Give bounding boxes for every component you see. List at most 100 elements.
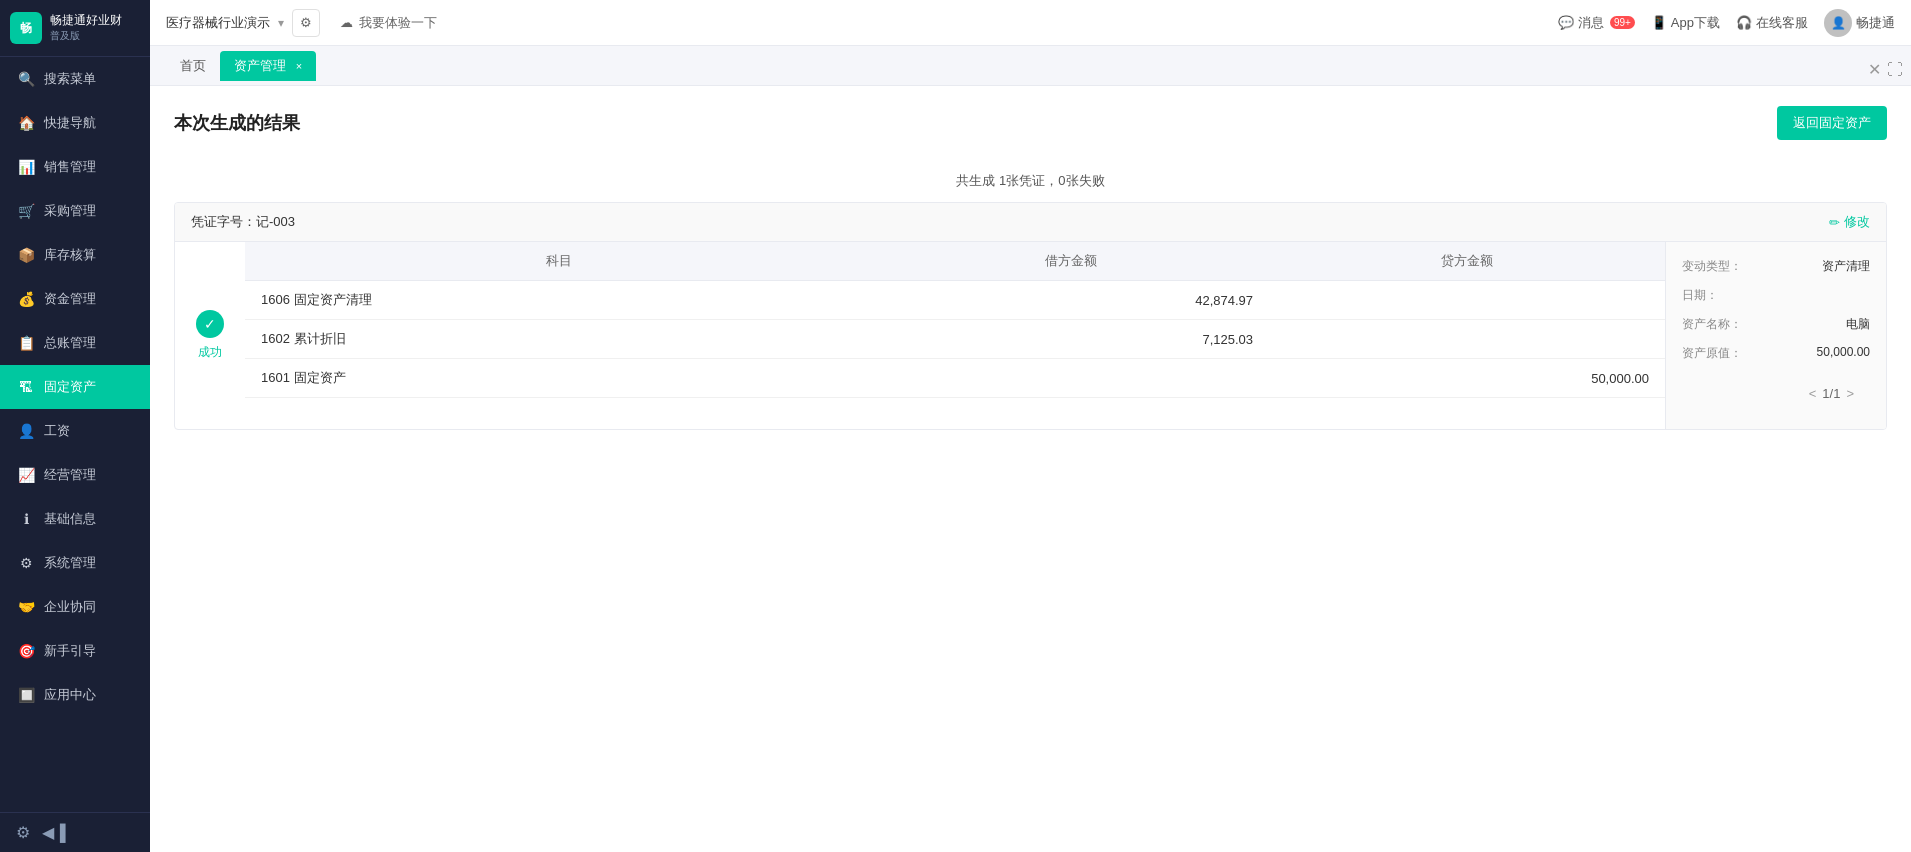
icon-ledger: 📋 [16, 333, 36, 353]
sidebar-item-basic-info[interactable]: ℹ 基础信息 [0, 497, 150, 541]
label-search: 搜索菜单 [44, 70, 96, 88]
collapse-icon[interactable]: ◀▐ [42, 823, 65, 842]
col-credit: 贷方金额 [1269, 242, 1665, 281]
sidebar-item-operations[interactable]: 📈 经营管理 [0, 453, 150, 497]
avatar: 👤 [1824, 9, 1852, 37]
company-name: 医疗器械行业演示 [166, 14, 270, 32]
logo-sub: 普及版 [50, 29, 122, 43]
tab-close-icon[interactable]: × [296, 60, 302, 72]
label-newbie: 新手引导 [44, 642, 96, 660]
sidebar-item-sales[interactable]: 📊 销售管理 [0, 145, 150, 189]
next-page-button[interactable]: > [1846, 386, 1854, 401]
sidebar-item-search[interactable]: 🔍 搜索菜单 [0, 57, 150, 101]
page-info: 1/1 [1822, 386, 1840, 401]
icon-search: 🔍 [16, 69, 36, 89]
sidebar-item-system[interactable]: ⚙ 系统管理 [0, 541, 150, 585]
voucher-body: ✓ 成功 科目 借方金额 贷方金额 1606 固定资产清 [175, 242, 1886, 429]
success-text: 成功 [198, 344, 222, 361]
main-area: 医疗器械行业演示 ▾ ⚙ ☁ 我要体验一下 💬 消息 99+ 📱 App下载 🎧… [150, 0, 1911, 852]
sidebar-item-salary[interactable]: 👤 工资 [0, 409, 150, 453]
voucher-section: 凭证字号：记-003 ✏ 修改 ✓ 成功 科目 [174, 202, 1887, 430]
voucher-header: 凭证字号：记-003 ✏ 修改 [175, 203, 1886, 242]
sidebar-item-purchase[interactable]: 🛒 采购管理 [0, 189, 150, 233]
sidebar-item-app-center[interactable]: 🔲 应用中心 [0, 673, 150, 717]
notifications-button[interactable]: 💬 消息 99+ [1558, 14, 1635, 32]
label-fixed-assets: 固定资产 [44, 378, 96, 396]
voucher-table: 科目 借方金额 贷方金额 1606 固定资产清理 42,874.97 1602 … [245, 242, 1666, 429]
label-ledger: 总账管理 [44, 334, 96, 352]
content-area: 本次生成的结果 返回固定资产 共生成 1张凭证，0张失败 凭证字号：记-003 … [150, 86, 1911, 852]
download-icon: 📱 [1651, 15, 1667, 30]
voucher-id: 凭证字号：记-003 [191, 213, 295, 231]
summary-bar: 共生成 1张凭证，0张失败 [174, 160, 1887, 202]
icon-operations: 📈 [16, 465, 36, 485]
sidebar-item-newbie[interactable]: 🎯 新手引导 [0, 629, 150, 673]
app-download-button[interactable]: 📱 App下载 [1651, 14, 1720, 32]
close-panel-button[interactable]: ✕ [1868, 60, 1881, 79]
cell-credit-1 [1269, 320, 1665, 359]
experience-button[interactable]: ☁ 我要体验一下 [328, 10, 449, 36]
expand-panel-button[interactable]: ⛶ [1887, 60, 1903, 79]
table-row: 1606 固定资产清理 42,874.97 [245, 281, 1665, 320]
cell-subject-0[interactable]: 1606 固定资产清理 [245, 281, 873, 320]
online-support-button[interactable]: 🎧 在线客服 [1736, 14, 1808, 32]
settings-bottom-icon[interactable]: ⚙ [16, 823, 30, 842]
label-sales: 销售管理 [44, 158, 96, 176]
topbar: 医疗器械行业演示 ▾ ⚙ ☁ 我要体验一下 💬 消息 99+ 📱 App下载 🎧… [150, 0, 1911, 46]
cell-debit-1: 7,125.03 [873, 320, 1269, 359]
sidebar-scroll: 🔍 搜索菜单 🏠 快捷导航 📊 销售管理 🛒 采购管理 📦 库存核算 💰 资金管… [0, 57, 150, 812]
user-profile[interactable]: 👤 畅捷通 [1824, 9, 1895, 37]
panel-controls: ✕ ⛶ [1868, 60, 1903, 79]
sidebar-item-inventory[interactable]: 📦 库存核算 [0, 233, 150, 277]
sidebar: 畅 畅捷通好业财 普及版 🔍 搜索菜单 🏠 快捷导航 📊 销售管理 🛒 采购管理… [0, 0, 150, 852]
bell-icon: 💬 [1558, 15, 1574, 30]
label-funds: 资金管理 [44, 290, 96, 308]
label-app-center: 应用中心 [44, 686, 96, 704]
sidebar-item-enterprise[interactable]: 🤝 企业协同 [0, 585, 150, 629]
cloud-icon: ☁ [340, 15, 353, 30]
logo-icon: 畅 [10, 12, 42, 44]
icon-basic-info: ℹ [16, 509, 36, 529]
label-operations: 经营管理 [44, 466, 96, 484]
date-item: 日期： [1682, 287, 1870, 304]
voucher-side-panel: 变动类型： 资产清理 日期： 资产名称： 电脑 资产原值： 50,000.00 [1666, 242, 1886, 429]
label-quick-nav: 快捷导航 [44, 114, 96, 132]
prev-page-button[interactable]: < [1809, 386, 1817, 401]
sidebar-item-quick-nav[interactable]: 🏠 快捷导航 [0, 101, 150, 145]
cell-subject-2[interactable]: 1601 固定资产 [245, 359, 873, 398]
pagination: < 1/1 > [1682, 374, 1870, 413]
table-row: 1601 固定资产 50,000.00 [245, 359, 1665, 398]
tabbar: 首页 资产管理 × [150, 46, 1911, 86]
icon-enterprise: 🤝 [16, 597, 36, 617]
change-type-item: 变动类型： 资产清理 [1682, 258, 1870, 275]
company-settings-icon[interactable]: ⚙ [292, 9, 320, 37]
sidebar-item-ledger[interactable]: 📋 总账管理 [0, 321, 150, 365]
success-icon: ✓ [196, 310, 224, 338]
chevron-down-icon[interactable]: ▾ [278, 16, 284, 30]
label-purchase: 采购管理 [44, 202, 96, 220]
success-indicator: ✓ 成功 [175, 242, 245, 429]
cell-debit-0: 42,874.97 [873, 281, 1269, 320]
sidebar-item-funds[interactable]: 💰 资金管理 [0, 277, 150, 321]
return-button[interactable]: 返回固定资产 [1777, 106, 1887, 140]
cell-credit-2: 50,000.00 [1269, 359, 1665, 398]
page-title: 本次生成的结果 [174, 111, 300, 135]
original-value-item: 资产原值： 50,000.00 [1682, 345, 1870, 362]
headset-icon: 🎧 [1736, 15, 1752, 30]
edit-button[interactable]: ✏ 修改 [1829, 213, 1870, 231]
tab-home[interactable]: 首页 [166, 51, 220, 81]
tab-asset-management[interactable]: 资产管理 × [220, 51, 316, 81]
cell-subject-1[interactable]: 1602 累计折旧 [245, 320, 873, 359]
label-salary: 工资 [44, 422, 70, 440]
asset-name-item: 资产名称： 电脑 [1682, 316, 1870, 333]
icon-newbie: 🎯 [16, 641, 36, 661]
edit-icon: ✏ [1829, 215, 1840, 230]
icon-purchase: 🛒 [16, 201, 36, 221]
label-enterprise: 企业协同 [44, 598, 96, 616]
cell-debit-2 [873, 359, 1269, 398]
icon-funds: 💰 [16, 289, 36, 309]
sidebar-item-fixed-assets[interactable]: 🏗 固定资产 [0, 365, 150, 409]
icon-system: ⚙ [16, 553, 36, 573]
sidebar-bottom: ⚙ ◀▐ [0, 812, 150, 852]
table-row: 1602 累计折旧 7,125.03 [245, 320, 1665, 359]
